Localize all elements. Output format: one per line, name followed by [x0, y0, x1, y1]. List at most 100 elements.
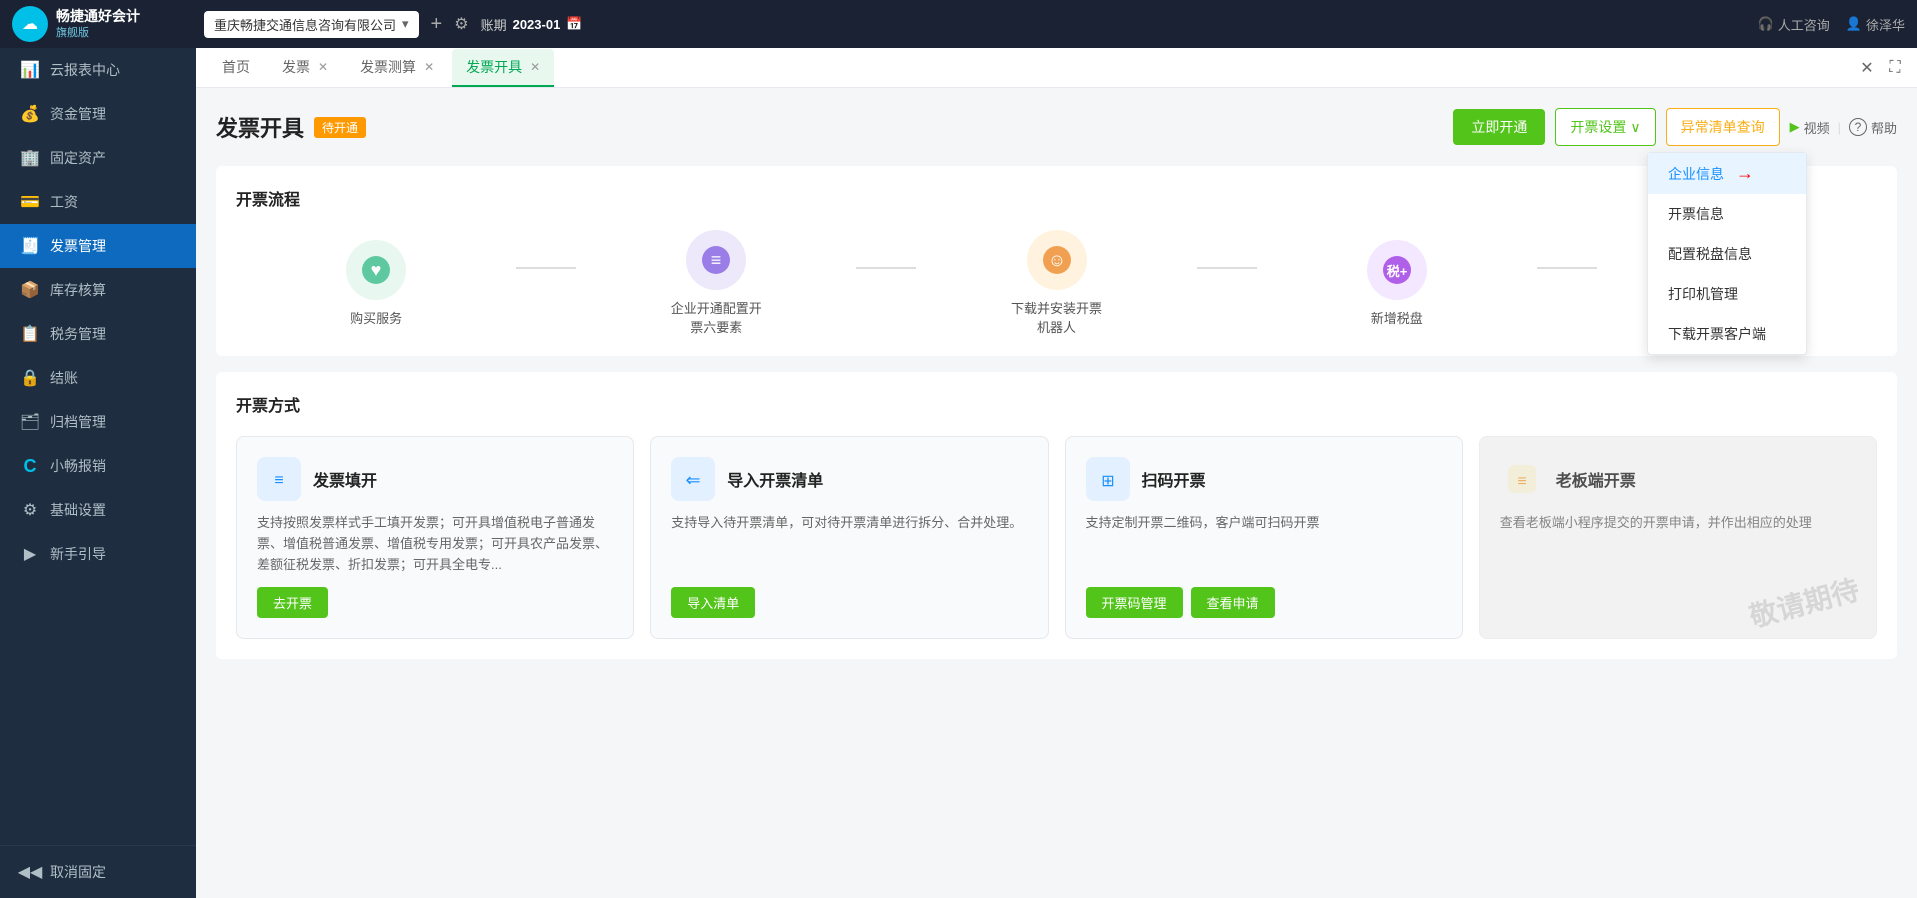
svg-text:≡: ≡ [1517, 473, 1526, 490]
sidebar-item-report[interactable]: C 小畅报销 [0, 444, 196, 488]
svg-text:☺: ☺ [1047, 250, 1065, 270]
flow-connector-2 [856, 267, 916, 269]
dropdown-item-download-client[interactable]: 下载开票客户端 [1648, 314, 1806, 354]
video-icon: ▶ [1790, 119, 1800, 135]
import-list-button[interactable]: 导入清单 [671, 587, 755, 618]
flow-step-config-icon: ≡ [686, 230, 746, 290]
invoice-mgmt-icon: 🧾 [20, 236, 40, 256]
sidebar-item-archive[interactable]: 🗂 归档管理 [0, 400, 196, 444]
help-link[interactable]: ▶ 视频 | ? 帮助 [1790, 118, 1897, 137]
add-tab-button[interactable]: + [431, 13, 443, 36]
sidebar-item-stock[interactable]: 📦 库存核算 [0, 268, 196, 312]
svg-text:税+: 税+ [1386, 264, 1407, 279]
flow-step-newtax-label: 新增税盘 [1371, 308, 1423, 327]
header-actions: 立即开通 开票设置 ∨ 异常清单查询 ▶ 视频 | ? [1453, 108, 1897, 146]
sidebar-item-cloud-report[interactable]: 📊 云报表中心 [0, 48, 196, 92]
archive-icon: 🗂 [20, 412, 40, 432]
tab-invoice-open-close[interactable]: ✕ [530, 60, 540, 74]
app-version: 旗舰版 [56, 24, 140, 40]
sidebar-bottom: ◀◀ 取消固定 [0, 845, 196, 898]
method-import-desc: 支持导入待开票清单，可对待开票清单进行拆分、合并处理。 [671, 513, 1027, 575]
flow-step-download-label: 下载并安装开票机器人 [1007, 298, 1107, 336]
tab-home[interactable]: 首页 [208, 49, 264, 87]
tab-invoice-close[interactable]: ✕ [318, 60, 328, 74]
sidebar-label-tax: 税务管理 [50, 324, 106, 344]
flow-step-config: ≡ 企业开通配置开票六要素 [576, 230, 856, 336]
settings-dropdown-arrow: ∨ [1630, 119, 1640, 136]
tab-invoice-calc[interactable]: 发票测算 ✕ [346, 49, 448, 87]
flow-connector-1 [516, 267, 576, 269]
sidebar-item-cancel-fixed[interactable]: ◀◀ 取消固定 [0, 854, 196, 890]
sidebar-item-invoice-management[interactable]: 🧾 发票管理 [0, 224, 196, 268]
sidebar-label-fixed: 固定资产 [50, 148, 106, 168]
app-name: 畅捷通好会计 [56, 8, 140, 25]
page-title: 发票开具 [216, 111, 304, 143]
sidebar-label-settings: 基础设置 [50, 500, 106, 520]
sidebar-item-guide[interactable]: ▶ 新手引导 [0, 532, 196, 576]
settings-icon: ⚙ [20, 500, 40, 520]
flow-connector-4 [1537, 267, 1597, 269]
flow-step-buy: ♥ 购买服务 [236, 240, 516, 327]
flow-section-title: 开票流程 [236, 186, 1877, 210]
method-card-import-invoice: ⇐ 导入开票清单 支持导入待开票清单，可对待开票清单进行拆分、合并处理。 导入清… [650, 436, 1048, 639]
stock-icon: 📦 [20, 280, 40, 300]
salary-icon: 💳 [20, 192, 40, 212]
sidebar-label-cloud-report: 云报表中心 [50, 60, 120, 80]
methods-grid: ≡ 发票填开 支持按照发票样式手工填开发票；可开具增值税电子普通发票、增值税普通… [236, 436, 1877, 639]
exception-list-button[interactable]: 异常清单查询 [1666, 108, 1780, 146]
dropdown-item-tax-config[interactable]: 配置税盘信息 [1648, 234, 1806, 274]
dropdown-item-printer[interactable]: 打印机管理 [1648, 274, 1806, 314]
method-fill-header: ≡ 发票填开 [257, 457, 613, 501]
methods-section: 开票方式 ≡ 发票填开 支持按照发票样式手工填开发票；可开具增值税电子普通发票、… [216, 372, 1897, 659]
tab-home-label: 首页 [222, 57, 250, 77]
logo-text-area: 畅捷通好会计 旗舰版 [56, 8, 140, 41]
flow-step-newtax: 税+ 新增税盘 [1257, 240, 1537, 327]
method-import-icon: ⇐ [671, 457, 715, 501]
method-card-boss-invoice: ≡ 老板端开票 查看老板端小程序提交的开票申请，并作出相应的处理 敬请期待 [1479, 436, 1877, 639]
page-title-area: 发票开具 待开通 [216, 111, 366, 143]
invoice-settings-button[interactable]: 开票设置 ∨ [1555, 108, 1655, 146]
window-close-button[interactable]: ✕ [1857, 58, 1877, 78]
flow-connector-3 [1197, 267, 1257, 269]
flow-step-newtax-icon: 税+ [1367, 240, 1427, 300]
view-apply-button[interactable]: 查看申请 [1191, 587, 1275, 618]
sidebar-item-salary[interactable]: 💳 工资 [0, 180, 196, 224]
method-scan-actions: 开票码管理 查看申请 [1086, 587, 1442, 618]
flow-step-download-icon: ☺ [1027, 230, 1087, 290]
window-maximize-button[interactable]: ⛶ [1885, 58, 1905, 78]
sidebar-item-tax[interactable]: 📋 税务管理 [0, 312, 196, 356]
methods-section-title: 开票方式 [236, 392, 1877, 416]
user-profile-button[interactable]: 👤 徐泽华 [1846, 15, 1905, 34]
dropdown-item-company-info[interactable]: 企业信息 → [1648, 153, 1806, 194]
svg-text:≡: ≡ [711, 250, 722, 270]
go-invoice-button[interactable]: 去开票 [257, 587, 328, 618]
tab-invoice[interactable]: 发票 ✕ [268, 49, 342, 87]
calendar-icon[interactable]: 📅 [566, 16, 582, 32]
qrcode-manage-button[interactable]: 开票码管理 [1086, 587, 1183, 618]
settings-button[interactable]: ⚙ [454, 14, 468, 34]
activate-button[interactable]: 立即开通 [1453, 109, 1545, 145]
top-bar: ☁ 畅捷通好会计 旗舰版 重庆畅捷交通信息咨询有限公司 ▾ + ⚙ 账期 202… [0, 0, 1917, 48]
method-fill-actions: 去开票 [257, 587, 613, 618]
human-service-button[interactable]: 🎧 人工咨询 [1758, 15, 1830, 34]
status-badge: 待开通 [314, 117, 366, 138]
sidebar-item-settings[interactable]: ⚙ 基础设置 [0, 488, 196, 532]
flow-step-buy-label: 购买服务 [350, 308, 402, 327]
sidebar-item-fund-management[interactable]: 💰 资金管理 [0, 92, 196, 136]
method-boss-title: 老板端开票 [1556, 467, 1636, 491]
dropdown-item-invoice-info[interactable]: 开票信息 [1648, 194, 1806, 234]
sidebar-item-fixed-assets[interactable]: 🏢 固定资产 [0, 136, 196, 180]
flow-section: 开票流程 ♥ 购买服务 ≡ [216, 166, 1897, 356]
method-card-fill-invoice: ≡ 发票填开 支持按照发票样式手工填开发票；可开具增值税电子普通发票、增值税普通… [236, 436, 634, 639]
svg-text:♥: ♥ [371, 260, 382, 280]
tab-invoice-calc-close[interactable]: ✕ [424, 60, 434, 74]
company-selector[interactable]: 重庆畅捷交通信息咨询有限公司 ▾ [204, 11, 419, 38]
method-import-header: ⇐ 导入开票清单 [671, 457, 1027, 501]
svg-text:⊞: ⊞ [1101, 473, 1114, 490]
method-scan-icon: ⊞ [1086, 457, 1130, 501]
settings-dropdown-menu: 企业信息 → 开票信息 配置税盘信息 打印机管理 [1647, 152, 1807, 355]
tab-invoice-open[interactable]: 发票开具 ✕ [452, 49, 554, 87]
method-card-scan-invoice: ⊞ 扫码开票 支持定制开票二维码，客户端可扫码开票 开票码管理 查看申请 [1065, 436, 1463, 639]
page-content: 发票开具 待开通 立即开通 开票设置 ∨ 异常清单查询 [196, 88, 1917, 898]
sidebar-item-settle[interactable]: 🔒 结账 [0, 356, 196, 400]
